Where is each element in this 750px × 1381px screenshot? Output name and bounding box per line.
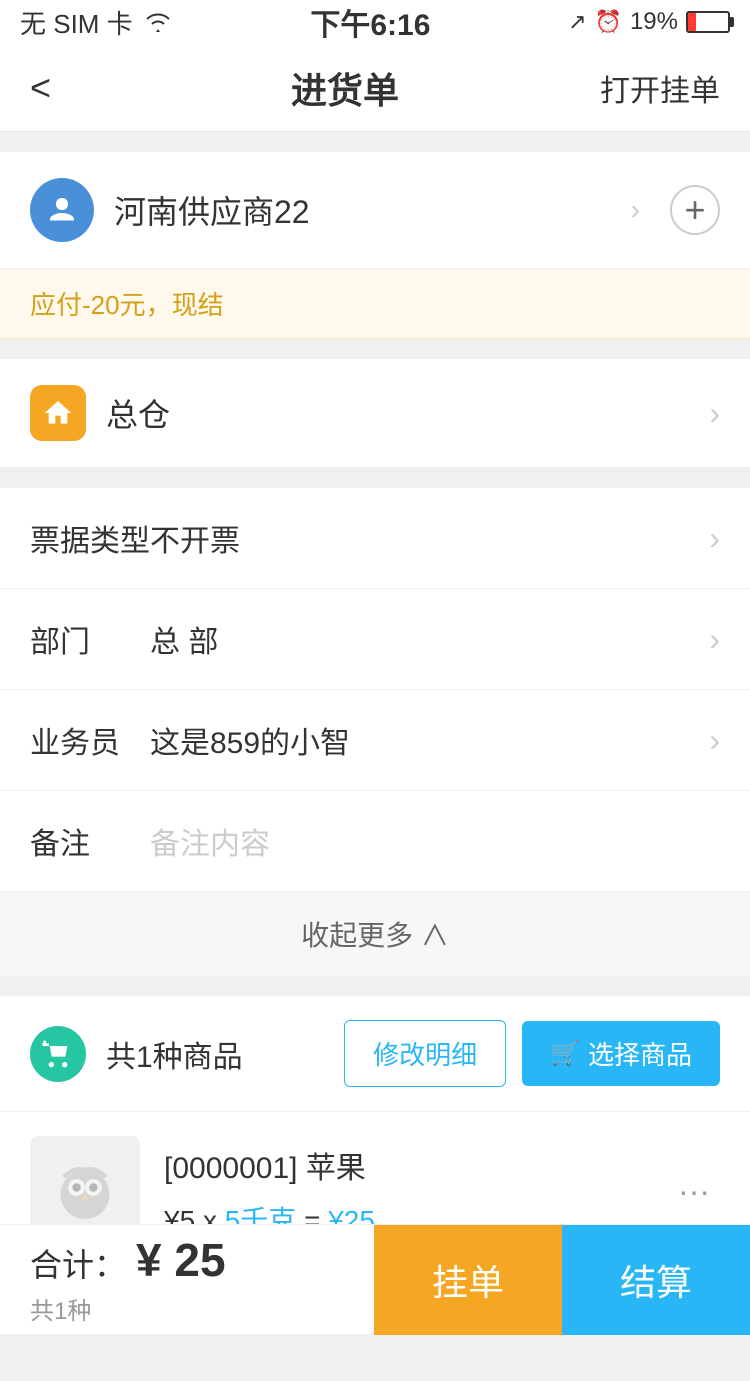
supplier-warning: 应付-20元，现结 — [0, 269, 750, 339]
supplier-chevron-icon: › — [631, 194, 640, 226]
status-time: 下午6:16 — [310, 0, 430, 44]
salesperson-row[interactable]: 业务员 这是859的小智 › — [0, 690, 750, 791]
location-icon: ↗ — [568, 9, 586, 35]
total-label: 合计： — [30, 1240, 126, 1286]
products-icon — [30, 1026, 86, 1082]
section-gap-2 — [0, 339, 750, 359]
product-name: [0000001] 苹果 — [164, 1143, 668, 1187]
footer-total-main: 合计： ¥ 25 — [30, 1233, 344, 1287]
product-name-text: 苹果 — [306, 1152, 366, 1185]
supplier-row[interactable]: 河南供应商22 › + — [0, 152, 750, 269]
ticket-type-label: 票据类型 — [30, 516, 150, 560]
open-pending-button[interactable]: 打开挂单 — [600, 66, 720, 110]
select-product-icon: 🛒 — [550, 1039, 580, 1068]
page-title: 进货单 — [291, 62, 399, 114]
footer-total-section: 合计： ¥ 25 共1种 — [0, 1233, 374, 1326]
collapse-button[interactable]: 收起更多 ∧ — [0, 892, 750, 976]
products-count: 共1种商品 — [106, 1032, 344, 1076]
section-gap-1 — [0, 132, 750, 152]
carrier-text: 无 SIM 卡 — [20, 4, 133, 41]
select-product-label: 选择商品 — [588, 1035, 692, 1072]
wifi-icon — [143, 11, 173, 33]
department-row[interactable]: 部门 总 部 › — [0, 589, 750, 690]
form-section: 票据类型 不开票 › 部门 总 部 › 业务员 这是859的小智 › 备注 备注… — [0, 488, 750, 976]
products-header: 共1种商品 修改明细 🛒 选择商品 — [0, 996, 750, 1112]
department-label: 部门 — [30, 617, 150, 661]
checkout-button[interactable]: 结算 — [562, 1225, 750, 1335]
warehouse-section: 总仓 › — [0, 359, 750, 468]
alarm-icon: ⏰ — [595, 9, 622, 35]
ticket-type-row[interactable]: 票据类型 不开票 › — [0, 488, 750, 589]
home-icon — [42, 397, 74, 429]
footer-sub-label: 共1种 — [30, 1291, 344, 1326]
supplier-avatar — [30, 178, 94, 242]
product-more-button[interactable]: ··· — [668, 1163, 720, 1220]
footer: 合计： ¥ 25 共1种 挂单 结算 — [0, 1224, 750, 1334]
remark-value: 备注内容 — [150, 819, 720, 863]
department-value: 总 部 — [150, 617, 709, 661]
salesperson-chevron-icon: › — [709, 722, 720, 759]
supplier-name: 河南供应商22 — [114, 187, 631, 233]
owl-logo-icon — [50, 1156, 120, 1226]
department-chevron-icon: › — [709, 621, 720, 658]
supplier-section: 河南供应商22 › + 应付-20元，现结 — [0, 152, 750, 339]
edit-detail-button[interactable]: 修改明细 — [344, 1020, 506, 1087]
status-carrier: 无 SIM 卡 — [20, 4, 173, 41]
nav-bar: < 进货单 打开挂单 — [0, 44, 750, 132]
product-code: [0000001] — [164, 1152, 297, 1185]
status-bar: 无 SIM 卡 下午6:16 ↗ ⏰ 19% — [0, 0, 750, 44]
warehouse-icon — [30, 385, 86, 441]
select-product-button[interactable]: 🛒 选择商品 — [522, 1021, 720, 1086]
add-supplier-button[interactable]: + — [670, 185, 720, 235]
remark-row[interactable]: 备注 备注内容 — [0, 791, 750, 892]
battery-icon — [686, 11, 730, 33]
total-amount: ¥ 25 — [136, 1233, 226, 1287]
warehouse-row[interactable]: 总仓 › — [0, 359, 750, 468]
salesperson-value: 这是859的小智 — [150, 718, 709, 762]
ticket-type-chevron-icon: › — [709, 520, 720, 557]
warehouse-name: 总仓 — [106, 390, 709, 436]
status-indicators: ↗ ⏰ 19% — [568, 8, 730, 36]
section-gap-3 — [0, 468, 750, 488]
ticket-type-value: 不开票 — [150, 516, 709, 560]
salesperson-label: 业务员 — [30, 718, 150, 762]
person-icon — [44, 192, 80, 228]
hang-button[interactable]: 挂单 — [374, 1225, 562, 1335]
back-button[interactable]: < — [30, 67, 90, 109]
bag-icon — [42, 1038, 74, 1070]
remark-label: 备注 — [30, 819, 150, 863]
battery-percent: 19% — [630, 8, 678, 36]
warehouse-chevron-icon: › — [709, 395, 720, 432]
